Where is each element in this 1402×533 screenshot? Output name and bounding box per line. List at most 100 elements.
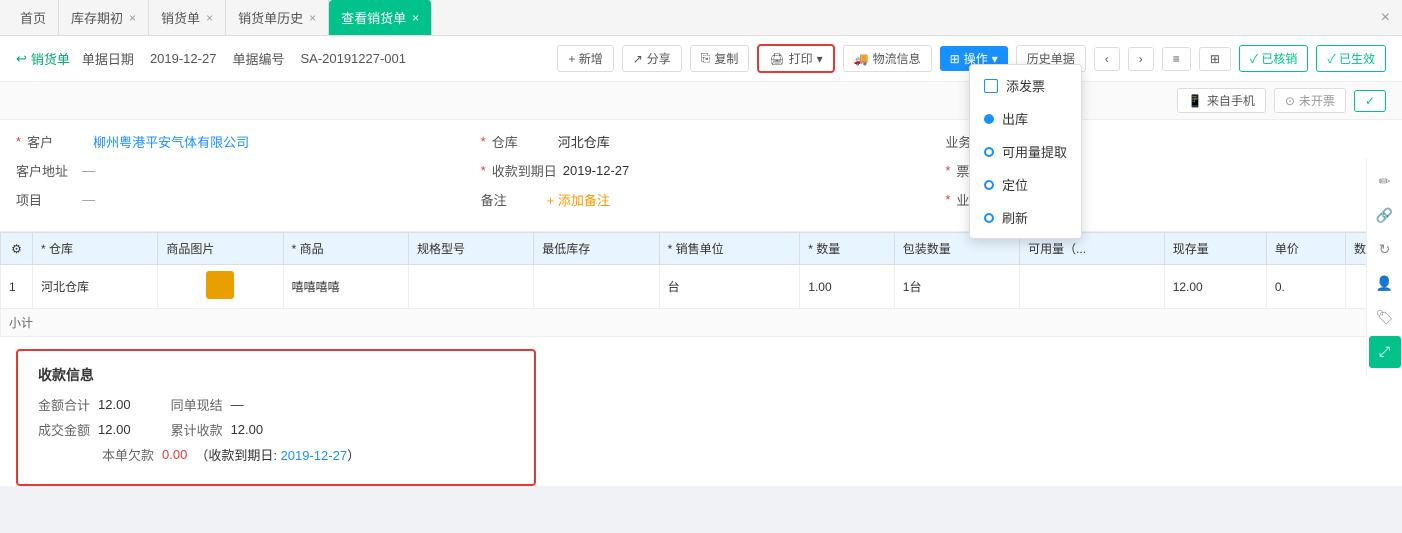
check-icon: ✓ <box>1250 52 1258 66</box>
subtotal-row: 小计 <box>1 309 1402 337</box>
due-date-field: * 收款到期日 2019-12-27 <box>481 161 922 180</box>
copy-button[interactable]: ⎘ 复制 <box>690 45 750 72</box>
address-field: 客户地址 — <box>16 161 457 180</box>
doc-icon: ↩ 销货单 <box>16 49 70 68</box>
payment-row-1: 金额合计 12.00 同单现结 — <box>38 395 514 414</box>
locate-item[interactable]: 定位 <box>970 168 1081 201</box>
add-note-button[interactable]: + 添加备注 <box>547 190 610 209</box>
toolbar-row: 📱 来自手机 ⊙ 未开票 ✓ <box>0 82 1402 120</box>
phone-icon: 📱 <box>1188 94 1203 108</box>
col-product: * 商品 <box>283 233 408 265</box>
sidebar-rotate-icon[interactable]: ↻ <box>1369 234 1401 266</box>
form-row-1: * 客户 柳州粤港平安气体有限公司 * 仓库 河北仓库 业务员 演示账号 <box>16 132 1386 151</box>
close-window-icon[interactable]: × <box>1381 9 1390 27</box>
project-value: — <box>82 192 95 207</box>
payment-row-3: 本单欠款 0.00 （收款到期日: 2019-12-27） <box>38 445 514 464</box>
doc-title-area: ↩ 销货单 单据日期 2019-12-27 单据编号 SA-20191227-0… <box>16 49 557 68</box>
available-qty-icon <box>984 147 994 157</box>
table-head: ⚙ * 仓库 商品图片 * 商品 规格型号 最低库存 * 销售单位 * 数量 包… <box>1 233 1402 265</box>
sidebar-tag-icon[interactable]: 🏷 <box>1369 302 1401 334</box>
amount-total-item: 金额合计 12.00 <box>38 395 131 414</box>
this-owe-value: 0.00 <box>162 447 187 462</box>
customer-value[interactable]: 柳州粤港平安气体有限公司 <box>93 132 249 151</box>
grid-view-button[interactable]: ⊞ <box>1199 47 1231 71</box>
sidebar-link-icon[interactable]: 🔗 <box>1369 200 1401 232</box>
sidebar-user-icon[interactable]: 👤 <box>1369 268 1401 300</box>
sales-order-icon: ↩ <box>16 51 27 67</box>
prev-button[interactable]: ‹ <box>1094 47 1120 71</box>
grid-icon: ⊞ <box>950 52 960 66</box>
due-note: （收款到期日: 2019-12-27） <box>195 445 360 464</box>
table-row: 1 河北仓库 嘻嘻嘻嘻 台 1.00 1台 12.00 0. <box>1 265 1402 309</box>
col-image: 商品图片 <box>158 233 283 265</box>
effective-status-button[interactable]: ✓ 已生效 <box>1316 45 1386 72</box>
close-tab-inventory[interactable]: × <box>129 11 136 25</box>
next-button[interactable]: › <box>1128 47 1154 71</box>
address-value: — <box>82 163 95 178</box>
tab-inventory[interactable]: 库存期初 × <box>59 0 149 35</box>
col-price: 单价 <box>1266 233 1345 265</box>
cumulative-label: 累计收款 <box>171 420 223 439</box>
circle-icon: ⊙ <box>1285 94 1295 108</box>
confirm-button[interactable]: ✓ <box>1354 90 1386 112</box>
warehouse-value: 河北仓库 <box>558 132 610 151</box>
warehouse-field: * 仓库 河北仓库 <box>481 132 922 151</box>
verified-status-button[interactable]: ✓ 已核销 <box>1239 45 1309 72</box>
refresh-item[interactable]: 刷新 <box>970 201 1081 234</box>
tab-view-sales[interactable]: 查看销货单 × <box>329 0 432 35</box>
copy-icon: ⎘ <box>701 51 711 66</box>
available-qty-item[interactable]: 可用量提取 <box>970 135 1081 168</box>
share-icon: ↗ <box>633 52 643 66</box>
new-button[interactable]: + 新增 <box>557 45 613 72</box>
from-phone-button[interactable]: 📱 来自手机 <box>1177 88 1266 113</box>
same-order-value: — <box>231 397 244 412</box>
amount-total-value: 12.00 <box>98 397 131 412</box>
tab-bar: 首页 库存期初 × 销货单 × 销货单历史 × 查看销货单 × × <box>0 0 1402 36</box>
doc-no-label: 单据编号 <box>232 49 284 68</box>
row-current: 12.00 <box>1164 265 1266 309</box>
refresh-icon <box>984 213 994 223</box>
date-label: 单据日期 <box>82 49 134 68</box>
payment-info-box: 收款信息 金额合计 12.00 同单现结 — 成交金额 12.00 累计收款 1… <box>16 349 536 486</box>
tab-sales-history[interactable]: 销货单历史 × <box>226 0 329 35</box>
row-qty: 1.00 <box>800 265 894 309</box>
logistics-button[interactable]: 🚚 物流信息 <box>843 45 932 72</box>
print-icon: 🖨 <box>769 52 784 66</box>
customer-field: * 客户 柳州粤港平安气体有限公司 <box>16 132 457 151</box>
share-button[interactable]: ↗ 分享 <box>622 45 682 72</box>
tab-home[interactable]: 首页 <box>8 0 59 35</box>
sidebar-expand-icon[interactable]: ⤢ <box>1369 336 1401 368</box>
available-qty-label: 可用量提取 <box>1002 142 1067 161</box>
table-body: 1 河北仓库 嘻嘻嘻嘻 台 1.00 1台 12.00 0. <box>1 265 1402 337</box>
products-table-wrapper: ⚙ * 仓库 商品图片 * 商品 规格型号 最低库存 * 销售单位 * 数量 包… <box>0 231 1402 337</box>
this-owe-label: 本单欠款 <box>102 445 154 464</box>
add-invoice-item[interactable]: 添发票 <box>970 69 1081 102</box>
outbound-item[interactable]: 出库 <box>970 102 1081 135</box>
row-product: 嘻嘻嘻嘻 <box>283 265 408 309</box>
close-tab-sales-history[interactable]: × <box>309 11 316 25</box>
grid-view-icon: ⊞ <box>1210 52 1220 66</box>
refresh-label: 刷新 <box>1002 208 1028 227</box>
form-section: * 客户 柳州粤港平安气体有限公司 * 仓库 河北仓库 业务员 演示账号 客户地… <box>0 120 1402 231</box>
close-tab-view-sales[interactable]: × <box>412 11 419 25</box>
due-date-value: 2019-12-27 <box>563 163 630 178</box>
col-warehouse: * 仓库 <box>33 233 158 265</box>
trade-amount-item: 成交金额 12.00 <box>38 420 131 439</box>
cumulative-value: 12.00 <box>231 422 264 437</box>
row-available <box>1020 265 1165 309</box>
not-open-ticket-button[interactable]: ⊙ 未开票 <box>1274 88 1346 113</box>
sidebar-edit-icon[interactable]: ✏ <box>1369 166 1401 198</box>
form-row-3: 项目 — 备注 + 添加备注 * 业务员孟 — <box>16 190 1386 209</box>
tab-sales[interactable]: 销货单 × <box>149 0 226 35</box>
amount-total-label: 金额合计 <box>38 395 90 414</box>
cumulative-item: 累计收款 12.00 <box>171 420 264 439</box>
col-min-stock: 最低库存 <box>534 233 659 265</box>
form-row-2: 客户地址 — * 收款到期日 2019-12-27 * 票据类型 不开票 <box>16 161 1386 180</box>
print-button[interactable]: 🖨 打印 ▾ <box>757 44 834 73</box>
subtotal-label: 小计 <box>1 309 1402 337</box>
row-image <box>158 265 283 309</box>
list-view-button[interactable]: ≡ <box>1162 47 1191 71</box>
close-tab-sales[interactable]: × <box>206 11 213 25</box>
col-unit: * 销售单位 <box>659 233 800 265</box>
check-icon2: ✓ <box>1327 52 1335 66</box>
